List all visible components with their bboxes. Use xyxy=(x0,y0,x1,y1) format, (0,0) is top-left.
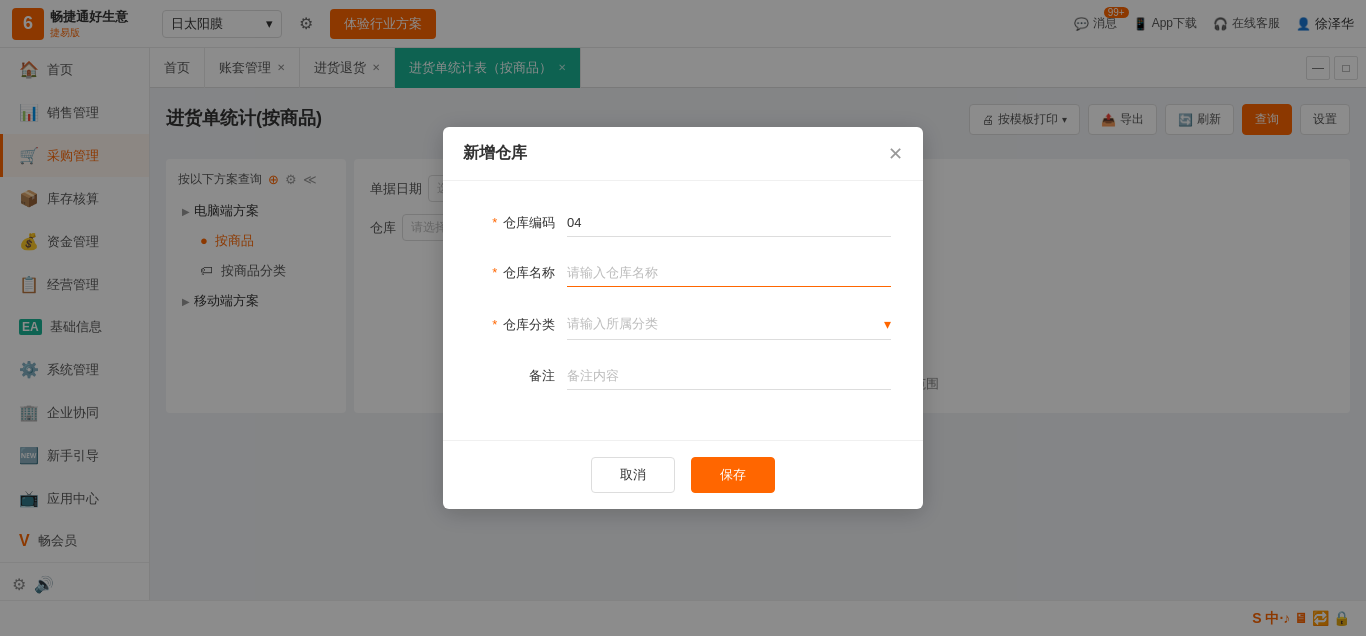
category-placeholder: 请输入所属分类 xyxy=(567,315,658,333)
form-row-category: * 仓库分类 请输入所属分类 ▾ xyxy=(475,309,891,340)
category-select-arrow-icon: ▾ xyxy=(884,316,891,332)
name-label: * 仓库名称 xyxy=(475,264,555,282)
required-star-category: * xyxy=(492,317,497,332)
new-warehouse-dialog: 新增仓库 ✕ * 仓库编码 * 仓库名称 xyxy=(443,127,923,509)
dialog-body: * 仓库编码 * 仓库名称 * 仓库分类 请输入所属 xyxy=(443,181,923,440)
dialog-close-icon[interactable]: ✕ xyxy=(888,145,903,163)
name-input[interactable] xyxy=(567,259,891,287)
required-star-name: * xyxy=(492,265,497,280)
dialog-title: 新增仓库 xyxy=(463,143,527,164)
dialog-footer: 取消 保存 xyxy=(443,440,923,509)
required-star-code: * xyxy=(492,215,497,230)
save-button[interactable]: 保存 xyxy=(691,457,775,493)
remark-input[interactable] xyxy=(567,362,891,390)
code-label: * 仓库编码 xyxy=(475,214,555,232)
code-input[interactable] xyxy=(567,209,891,237)
cancel-button[interactable]: 取消 xyxy=(591,457,675,493)
form-row-code: * 仓库编码 xyxy=(475,209,891,237)
form-row-remark: 备注 xyxy=(475,362,891,390)
category-label: * 仓库分类 xyxy=(475,316,555,334)
dialog-overlay: 新增仓库 ✕ * 仓库编码 * 仓库名称 xyxy=(0,0,1366,636)
remark-label: 备注 xyxy=(475,367,555,385)
dialog-header: 新增仓库 ✕ xyxy=(443,127,923,181)
form-row-name: * 仓库名称 xyxy=(475,259,891,287)
category-select[interactable]: 请输入所属分类 ▾ xyxy=(567,309,891,340)
